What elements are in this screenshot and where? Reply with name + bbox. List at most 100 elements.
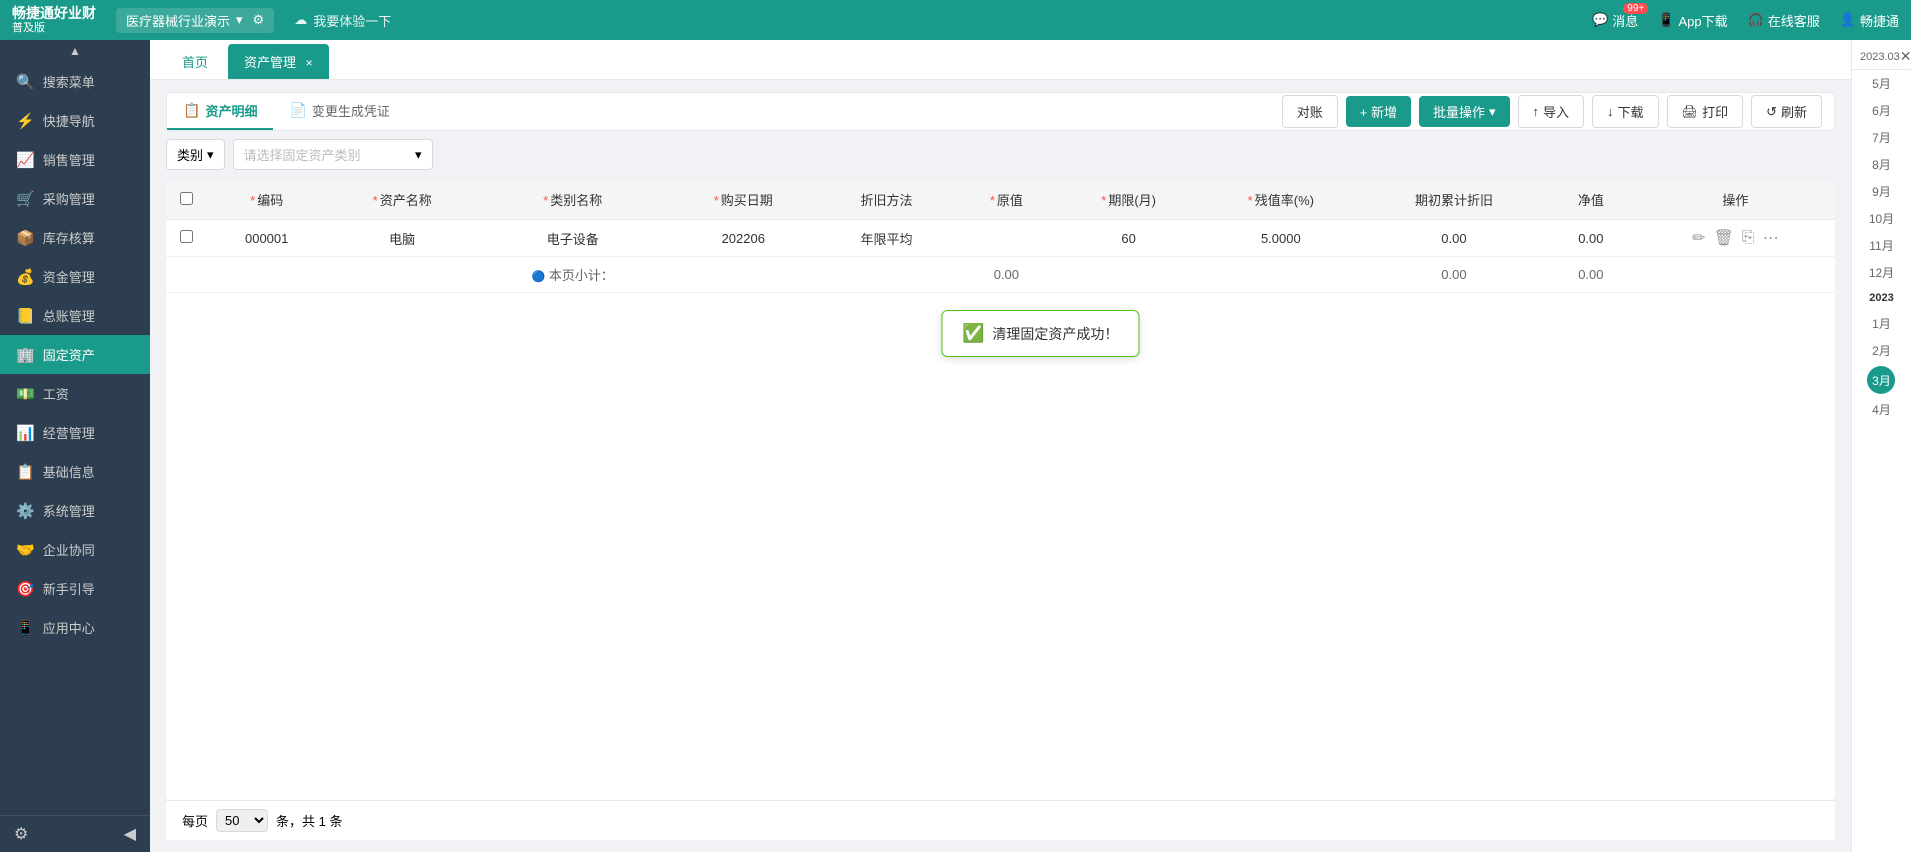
th-category: *类别名称 bbox=[477, 180, 669, 220]
headset-icon: 🎧 bbox=[1748, 12, 1764, 28]
new-btn[interactable]: + 新增 bbox=[1346, 96, 1411, 127]
print-btn[interactable]: 🖨 打印 bbox=[1667, 95, 1744, 128]
sidebar-label-basic-info: 基础信息 bbox=[43, 462, 95, 481]
sidebar-item-app-center[interactable]: 📱 应用中心 bbox=[0, 608, 150, 647]
online-service-btn[interactable]: 🎧 在线客服 bbox=[1748, 11, 1820, 30]
download-btn[interactable]: ↓ 下载 bbox=[1592, 95, 1659, 128]
sidebar-icon-quick-nav: ⚡ bbox=[16, 112, 35, 130]
cell-initial-accumulated: 0.00 bbox=[1362, 220, 1546, 257]
timeline-month-9月[interactable]: 9月 bbox=[1865, 178, 1898, 205]
import-btn[interactable]: ↑ 导入 bbox=[1518, 95, 1585, 128]
main-layout: ▲ 🔍 搜索菜单 ⚡ 快捷导航 📈 销售管理 🛒 采购管理 📦 库存核算 💰 资… bbox=[0, 40, 1911, 852]
print-icon: 🖨 bbox=[1682, 104, 1699, 120]
sidebar-item-payroll[interactable]: 💵 工资 bbox=[0, 374, 150, 413]
more-icon[interactable]: ⋯ bbox=[1763, 228, 1779, 248]
app-subtitle: 普及版 bbox=[12, 22, 96, 34]
timeline-month-6月[interactable]: 6月 bbox=[1865, 97, 1898, 124]
collapse-icon[interactable]: ◀ bbox=[124, 824, 136, 844]
edit-icon[interactable]: ✏ bbox=[1692, 228, 1705, 248]
timeline-content: 5月6月7月8月9月10月11月12月20231月2月3月4月 bbox=[1865, 70, 1898, 423]
top-bar: 畅捷通好业财 普及版 医疗器械行业演示 ▾ ⚙ ☁ 我要体验一下 💬 消息 99… bbox=[0, 0, 1911, 40]
timeline-month-1月[interactable]: 1月 bbox=[1865, 310, 1898, 337]
tab-asset-mgmt[interactable]: 资产管理 × bbox=[228, 44, 329, 79]
sidebar-item-search[interactable]: 🔍 搜索菜单 bbox=[0, 62, 150, 101]
timeline-month-4月[interactable]: 4月 bbox=[1865, 396, 1898, 423]
refresh-btn[interactable]: ↺ 刷新 bbox=[1751, 95, 1822, 128]
table-wrapper: *编码 *资产名称 *类别名称 *购买日期 折旧方法 *原值 *期限(月) *残… bbox=[166, 180, 1835, 800]
timeline-month-11月[interactable]: 11月 bbox=[1865, 232, 1898, 259]
chevron-down-icon: ▾ bbox=[236, 12, 243, 28]
row-checkbox[interactable] bbox=[180, 230, 193, 243]
cell-category: 电子设备 bbox=[477, 220, 669, 257]
sub-tab-generate-voucher[interactable]: 📄 变更生成凭证 bbox=[273, 93, 405, 130]
sidebar-label-sales: 销售管理 bbox=[43, 150, 95, 169]
sidebar-item-basic-info[interactable]: 📋 基础信息 bbox=[0, 452, 150, 491]
timeline-month-2月[interactable]: 2月 bbox=[1865, 337, 1898, 364]
subtotal-label: 本页小计： bbox=[549, 268, 614, 283]
download-icon: 📱 bbox=[1658, 12, 1674, 28]
sidebar-item-general-ledger[interactable]: 📒 总账管理 bbox=[0, 296, 150, 335]
user-avatar[interactable]: 👤 畅捷通 bbox=[1840, 11, 1899, 30]
chevron-down-icon: ▾ bbox=[415, 147, 422, 163]
sidebar-label-fixed-assets: 固定资产 bbox=[43, 345, 95, 364]
sidebar-scroll-up[interactable]: ▲ bbox=[0, 40, 150, 62]
timeline-month-8月[interactable]: 8月 bbox=[1865, 151, 1898, 178]
sidebar-label-purchase: 采购管理 bbox=[43, 189, 95, 208]
sidebar-label-system: 系统管理 bbox=[43, 501, 95, 520]
sidebar-item-purchase[interactable]: 🛒 采购管理 bbox=[0, 179, 150, 218]
experience-btn[interactable]: ☁ 我要体验一下 bbox=[294, 11, 391, 30]
sidebar-item-fixed-assets[interactable]: 🏢 固定资产 bbox=[0, 335, 150, 374]
timeline-month-3月[interactable]: 3月 bbox=[1867, 366, 1895, 394]
cloud-icon: ☁ bbox=[294, 12, 307, 28]
sidebar-icon-app-center: 📱 bbox=[16, 619, 35, 637]
sidebar-item-inventory[interactable]: 📦 库存核算 bbox=[0, 218, 150, 257]
sidebar-item-sales[interactable]: 📈 销售管理 bbox=[0, 140, 150, 179]
table-row: 000001 电脑 电子设备 202206 年限平均 60 5.0000 0.0… bbox=[166, 220, 1835, 257]
chevron-down-icon: ▾ bbox=[207, 147, 214, 163]
company-selector[interactable]: 医疗器械行业演示 ▾ ⚙ bbox=[116, 8, 274, 33]
th-purchase-date: *购买日期 bbox=[668, 180, 818, 220]
timeline-month-10月[interactable]: 10月 bbox=[1865, 205, 1898, 232]
tab-bar: 首页 资产管理 × bbox=[150, 40, 1851, 80]
tab-close-icon[interactable]: × bbox=[306, 56, 313, 70]
close-icon[interactable]: ✕ bbox=[1900, 48, 1911, 65]
timeline-month-7月[interactable]: 7月 bbox=[1865, 124, 1898, 151]
batch-ops-btn[interactable]: 批量操作 ▾ bbox=[1419, 96, 1510, 127]
sidebar-items: 🔍 搜索菜单 ⚡ 快捷导航 📈 销售管理 🛒 采购管理 📦 库存核算 💰 资金管… bbox=[0, 62, 150, 815]
category-filter[interactable]: 类别 ▾ bbox=[166, 139, 225, 170]
per-page-label: 每页 bbox=[182, 811, 208, 830]
doc-icon: 📄 bbox=[289, 102, 306, 119]
sidebar-item-enterprise[interactable]: 🤝 企业协同 bbox=[0, 530, 150, 569]
message-btn[interactable]: 💬 消息 99+ bbox=[1592, 11, 1638, 30]
top-bar-right: 💬 消息 99+ 📱 App下载 🎧 在线客服 👤 畅捷通 bbox=[1592, 11, 1899, 30]
tab-home[interactable]: 首页 bbox=[166, 44, 224, 79]
sidebar-label-inventory: 库存核算 bbox=[43, 228, 95, 247]
cell-depreciation-method: 年限平均 bbox=[818, 220, 955, 257]
th-checkbox[interactable] bbox=[166, 180, 206, 220]
row-checkbox-cell[interactable] bbox=[166, 220, 206, 257]
delete-icon[interactable]: 🗑 bbox=[1714, 228, 1734, 248]
sidebar-item-operations[interactable]: 📊 经营管理 bbox=[0, 413, 150, 452]
category-type-filter[interactable]: 请选择固定资产类别 ▾ bbox=[233, 139, 433, 170]
cell-action[interactable]: ✏ 🗑 ⎘ ⋯ bbox=[1636, 220, 1835, 257]
sidebar-item-quick-nav[interactable]: ⚡ 快捷导航 bbox=[0, 101, 150, 140]
pagination: 每页 50 10 20 100 条，共 1 条 bbox=[166, 800, 1835, 840]
page-content: 📋 资产明细 📄 变更生成凭证 对账 + 新增 bbox=[150, 80, 1851, 852]
select-all-checkbox[interactable] bbox=[180, 192, 193, 205]
settings-icon[interactable]: ⚙ bbox=[253, 12, 265, 28]
sub-tab-asset-detail[interactable]: 📋 资产明细 bbox=[167, 93, 273, 130]
sidebar-item-system[interactable]: ⚙️ 系统管理 bbox=[0, 491, 150, 530]
sidebar-item-guide[interactable]: 🎯 新手引导 bbox=[0, 569, 150, 608]
cell-period: 60 bbox=[1058, 220, 1200, 257]
per-page-select[interactable]: 50 10 20 100 bbox=[216, 809, 268, 832]
sidebar-item-capital[interactable]: 💰 资金管理 bbox=[0, 257, 150, 296]
timeline-month-12月[interactable]: 12月 bbox=[1865, 259, 1898, 286]
settings-icon[interactable]: ⚙ bbox=[14, 824, 28, 844]
sub-tabs: 📋 资产明细 📄 变更生成凭证 bbox=[167, 93, 1270, 130]
reconcile-btn[interactable]: 对账 bbox=[1282, 95, 1338, 128]
sidebar-label-quick-nav: 快捷导航 bbox=[43, 111, 95, 130]
timeline-month-5月[interactable]: 5月 bbox=[1865, 70, 1898, 97]
copy-icon[interactable]: ⎘ bbox=[1742, 229, 1755, 247]
app-download-btn[interactable]: 📱 App下载 bbox=[1658, 11, 1727, 30]
message-badge: 99+ bbox=[1623, 3, 1648, 14]
